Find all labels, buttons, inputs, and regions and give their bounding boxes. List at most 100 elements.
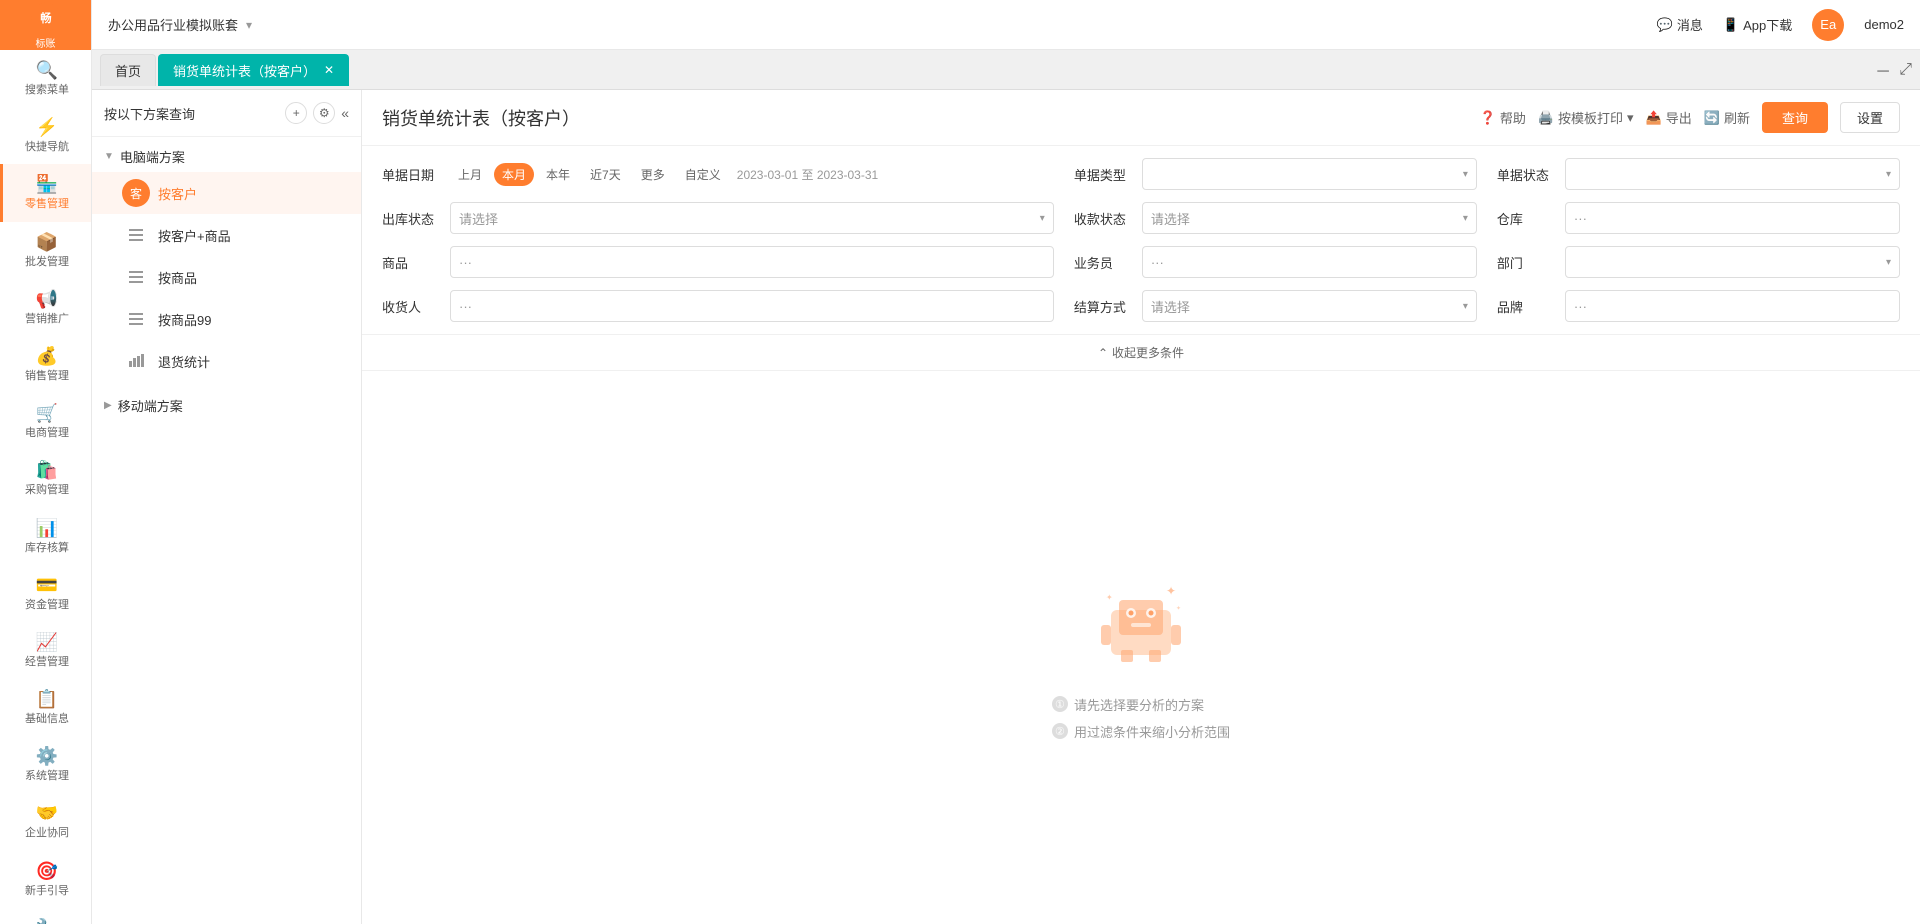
date-tab-custom[interactable]: 自定义 xyxy=(677,163,729,186)
help-label: 帮助 xyxy=(1500,108,1526,127)
sidebar-item-sales-label: 销售管理 xyxy=(25,370,69,383)
query-button[interactable]: 查询 xyxy=(1762,102,1828,133)
empty-tip-1: ① 请先选择要分析的方案 xyxy=(1052,695,1230,714)
doc-type-select[interactable]: ▾ xyxy=(1142,158,1477,190)
warehouse-select[interactable]: ··· xyxy=(1565,202,1900,234)
sidebar-item-operation[interactable]: 📈 经营管理 xyxy=(0,622,91,679)
date-tab-last-month[interactable]: 上月 xyxy=(450,163,490,186)
top-header: 办公用品行业模拟账套 ▾ 💬 消息 📱 App下载 Ea demo2 xyxy=(92,0,1920,50)
sidebar-item-finance[interactable]: 💳 资金管理 xyxy=(0,565,91,622)
sales-icon: 💰 xyxy=(36,346,58,367)
sidebar-item-retail[interactable]: 🏪 零售管理 xyxy=(0,164,91,221)
purchase-icon: 🛍️ xyxy=(36,460,58,481)
sidebar-item-basic[interactable]: 📋 基础信息 xyxy=(0,679,91,736)
export-icon: 📤 xyxy=(1646,110,1662,126)
sidebar-item-marketing[interactable]: 📢 营销推广 xyxy=(0,279,91,336)
svg-text:✦: ✦ xyxy=(1106,593,1113,602)
brand-placeholder: ··· xyxy=(1574,299,1587,314)
brand-select[interactable]: ··· xyxy=(1565,290,1900,322)
filter-group-warehouse: 仓库 ··· xyxy=(1497,202,1900,234)
tab-bar: 首页 销货单统计表（按客户） ✕ － ⤢ xyxy=(92,50,1920,90)
sidebar-item-purchase-label: 采购管理 xyxy=(25,484,69,497)
filter-group-out-status: 出库状态 请选择 ▾ xyxy=(382,202,1054,234)
date-tab-7days[interactable]: 近7天 xyxy=(582,163,629,186)
department-select[interactable]: ▾ xyxy=(1565,246,1900,278)
scheme-item-cp-label: 按客户+商品 xyxy=(158,226,231,245)
collapse-panel-button[interactable]: « xyxy=(341,105,349,121)
payment-select[interactable]: 请选择 ▾ xyxy=(1142,290,1477,322)
tab-expand-area: － ⤢ xyxy=(1875,58,1912,82)
recipient-select[interactable]: ··· xyxy=(450,290,1054,322)
tab-sales-stats[interactable]: 销货单统计表（按客户） ✕ xyxy=(158,54,349,86)
refresh-button[interactable]: 🔄 刷新 xyxy=(1704,108,1750,127)
tab-home[interactable]: 首页 xyxy=(100,54,156,86)
receipt-status-select[interactable]: 请选择 ▾ xyxy=(1142,202,1477,234)
sidebar-item-ecommerce[interactable]: 🛒 电商管理 xyxy=(0,393,91,450)
warehouse-placeholder: ··· xyxy=(1574,211,1587,226)
message-label: 消息 xyxy=(1677,15,1703,34)
search-menu-icon: 🔍 xyxy=(36,60,58,81)
doc-status-select[interactable]: ▾ xyxy=(1565,158,1900,190)
sidebar-item-ecommerce-label: 电商管理 xyxy=(25,427,69,440)
sidebar-item-purchase[interactable]: 🛍️ 采购管理 xyxy=(0,450,91,507)
tab-minimize-button[interactable]: － xyxy=(1875,58,1891,82)
quick-icon: ⚡ xyxy=(36,117,58,138)
sidebar-item-newuser[interactable]: 🎯 新手引导 xyxy=(0,851,91,908)
help-button[interactable]: ❓ 帮助 xyxy=(1480,108,1526,127)
header-dropdown-icon[interactable]: ▾ xyxy=(246,18,252,32)
tip-num-1: ① xyxy=(1052,696,1068,712)
filter-row-1: 单据日期 上月 本月 本年 近7天 更多 自定义 2023-03-01 至 20… xyxy=(382,158,1900,190)
svg-text:✦: ✦ xyxy=(1176,605,1181,612)
svg-text:✦: ✦ xyxy=(1166,584,1176,598)
left-panel-header: 按以下方案查询 + ⚙ « xyxy=(92,90,361,137)
sidebar-item-enterprise[interactable]: 🤝 企业协同 xyxy=(0,793,91,850)
filter-group-salesperson: 业务员 ··· xyxy=(1074,246,1477,278)
scheme-item-by-customer[interactable]: 客 按客户 xyxy=(92,172,361,214)
receipt-status-label: 收款状态 xyxy=(1074,209,1134,228)
message-icon: 💬 xyxy=(1657,17,1673,33)
scheme-item-return-stats[interactable]: 退货统计 xyxy=(92,340,361,382)
date-tab-this-year[interactable]: 本年 xyxy=(538,163,578,186)
scheme-item-rs-label: 退货统计 xyxy=(158,352,210,371)
payment-label: 结算方式 xyxy=(1074,297,1134,316)
scheme-item-p-label: 按商品 xyxy=(158,268,197,287)
pc-group-header[interactable]: ▼ 电脑端方案 xyxy=(92,141,361,172)
sidebar-menu: 🔍 搜索菜单 ⚡ 快捷导航 🏪 零售管理 📦 批发管理 📢 营销推广 💰 销售管… xyxy=(0,50,91,924)
empty-state: ✦ ✦ ✦ ① 请先选择要分析的方案 ② 用过滤条件来缩小分析范围 xyxy=(362,371,1920,924)
recipient-placeholder: ··· xyxy=(459,299,472,314)
settings-scheme-button[interactable]: ⚙ xyxy=(313,102,335,124)
mobile-group-header[interactable]: ▶ 移动端方案 xyxy=(92,390,361,421)
sidebar-item-sales[interactable]: 💰 销售管理 xyxy=(0,336,91,393)
user-avatar[interactable]: Ea xyxy=(1812,9,1844,41)
pc-group-arrow: ▼ xyxy=(104,151,114,162)
scheme-item-by-customer-product[interactable]: 按客户+商品 xyxy=(92,214,361,256)
mobile-scheme-group: ▶ 移动端方案 xyxy=(92,386,361,425)
page-title: 销货单统计表（按客户） xyxy=(382,105,580,131)
scheme-item-by-product99[interactable]: 按商品99 xyxy=(92,298,361,340)
out-status-select[interactable]: 请选择 ▾ xyxy=(450,202,1054,234)
product-select[interactable]: ··· xyxy=(450,246,1054,278)
sidebar-item-apps[interactable]: 🔧 应用中心 xyxy=(0,908,91,924)
salesperson-select[interactable]: ··· xyxy=(1142,246,1477,278)
sidebar-item-system[interactable]: ⚙️ 系统管理 xyxy=(0,736,91,793)
sidebar-item-inventory[interactable]: 📊 库存核算 xyxy=(0,508,91,565)
tab-maximize-button[interactable]: ⤢ xyxy=(1899,61,1912,79)
app-download-button[interactable]: 📱 App下载 xyxy=(1723,15,1792,34)
sidebar-item-wholesale-label: 批发管理 xyxy=(25,256,69,269)
tab-close-button[interactable]: ✕ xyxy=(324,63,334,77)
settings-button[interactable]: 设置 xyxy=(1840,102,1900,133)
sidebar-item-search[interactable]: 🔍 搜索菜单 xyxy=(0,50,91,107)
doc-type-label: 单据类型 xyxy=(1074,165,1134,184)
collapse-more-button[interactable]: ⌃ 收起更多条件 xyxy=(1086,341,1196,364)
print-button[interactable]: 🖨️ 按模板打印 ▾ xyxy=(1538,108,1634,127)
sidebar-item-quick[interactable]: ⚡ 快捷导航 xyxy=(0,107,91,164)
message-button[interactable]: 💬 消息 xyxy=(1657,15,1703,34)
logo[interactable]: 畅 标账 xyxy=(0,0,91,50)
salesperson-placeholder: ··· xyxy=(1151,255,1164,270)
export-button[interactable]: 📤 导出 xyxy=(1646,108,1692,127)
date-tab-this-month[interactable]: 本月 xyxy=(494,163,534,186)
add-scheme-button[interactable]: + xyxy=(285,102,307,124)
scheme-item-by-product[interactable]: 按商品 xyxy=(92,256,361,298)
date-tab-more[interactable]: 更多 xyxy=(633,163,673,186)
sidebar-item-wholesale[interactable]: 📦 批发管理 xyxy=(0,222,91,279)
